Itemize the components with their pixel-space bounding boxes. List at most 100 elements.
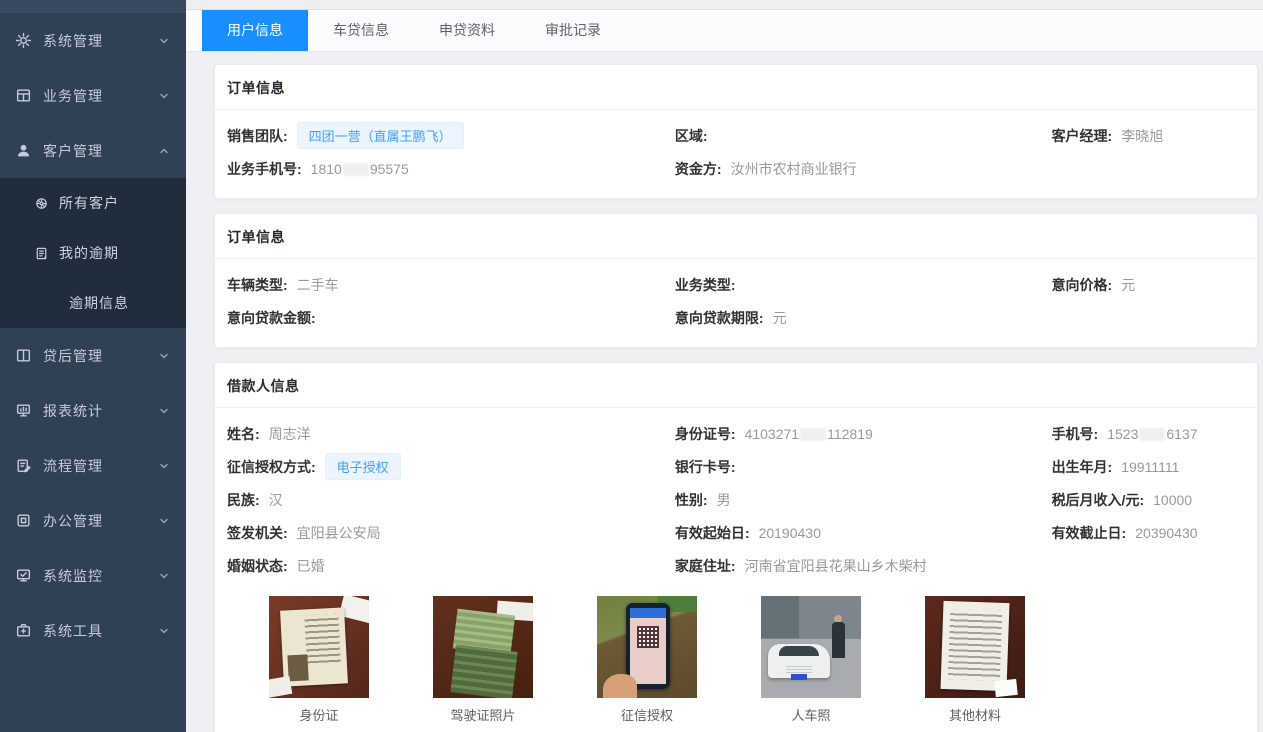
- id-card-photo[interactable]: [269, 596, 369, 698]
- field-value: 已婚: [297, 556, 325, 576]
- field-value: 15236137: [1107, 426, 1197, 442]
- sidebar-item-overdue-info[interactable]: 逾期信息: [0, 278, 186, 328]
- field-label: 税后月收入/元:: [1052, 490, 1145, 510]
- field-label: 民族:: [227, 490, 260, 510]
- field-value: 周志洋: [269, 424, 311, 444]
- field-value: 20390430: [1135, 525, 1197, 541]
- field-mobile-number: 手机号: 15236137: [1052, 424, 1245, 444]
- field-label: 手机号:: [1052, 424, 1099, 444]
- authorization-photo[interactable]: [597, 596, 697, 698]
- field-sales-team: 销售团队: 四团一营（直属王鹏飞）: [227, 122, 675, 149]
- attachment-item: 身份证: [269, 596, 369, 724]
- sidebar-item-label: 贷后管理: [43, 346, 158, 366]
- tab-loan-application-materials[interactable]: 申贷资料: [414, 10, 520, 51]
- attachment-item: 征信授权: [597, 596, 697, 724]
- sidebar-item-business-management[interactable]: 业务管理: [0, 68, 186, 123]
- photo-art: [832, 622, 845, 658]
- field-label: 性别:: [675, 490, 708, 510]
- field-label: 家庭住址:: [675, 556, 736, 576]
- field-label: 意向贷款金额:: [227, 308, 316, 328]
- tab-car-loan-info[interactable]: 车贷信息: [308, 10, 414, 51]
- tab-bar: 用户信息 车贷信息 申贷资料 审批记录: [186, 10, 1263, 52]
- tab-approval-records[interactable]: 审批记录: [520, 10, 626, 51]
- field-value: 李晓旭: [1121, 126, 1163, 146]
- license-photo[interactable]: [433, 596, 533, 698]
- field-label: 车辆类型:: [227, 275, 288, 295]
- attachment-item: 驾驶证照片: [433, 596, 533, 724]
- chevron-up-icon: [158, 145, 170, 157]
- field-label: 银行卡号:: [675, 457, 736, 477]
- order-info-card-2: 订单信息 车辆类型: 二手车 业务类型: 意向价格: 元: [214, 213, 1258, 348]
- field-intended-loan-amount: 意向贷款金额:: [227, 308, 675, 328]
- sidebar-item-label: 我的逾期: [59, 243, 119, 263]
- sidebar-item-label: 客户管理: [43, 141, 158, 161]
- chevron-down-icon: [158, 570, 170, 582]
- sidebar-item-my-overdue[interactable]: 我的逾期: [0, 228, 186, 278]
- field-value: 10000: [1153, 492, 1192, 508]
- borrower-info-card: 借款人信息 姓名: 周志洋 身份证号: 4103271112819 手机号:: [214, 362, 1258, 732]
- sidebar-item-system-management[interactable]: 系统管理: [0, 13, 186, 68]
- person-car-photo[interactable]: [761, 596, 861, 698]
- photo-art: [269, 676, 292, 698]
- photo-art: [761, 596, 799, 638]
- field-value: 4103271112819: [745, 426, 873, 442]
- photo-caption: 其他材料: [925, 705, 1025, 724]
- field-marital-status: 婚姻状态: 已婚: [227, 556, 675, 576]
- sidebar-item-office-management[interactable]: 办公管理: [0, 493, 186, 548]
- sidebar-item-label: 系统管理: [43, 31, 158, 51]
- card-title: 订单信息: [215, 65, 1257, 110]
- field-intended-price: 意向价格: 元: [1052, 275, 1245, 295]
- tab-user-info[interactable]: 用户信息: [202, 10, 308, 51]
- field-funding-party: 资金方: 汝州市农村商业银行: [675, 159, 1052, 179]
- field-vehicle-type: 车辆类型: 二手车: [227, 275, 675, 295]
- sidebar-item-all-customers[interactable]: 所有客户: [0, 178, 186, 228]
- field-credit-authorization-method: 征信授权方式: 电子授权: [227, 453, 675, 480]
- field-label: 签发机关:: [227, 523, 288, 543]
- page-content: 订单信息 销售团队: 四团一营（直属王鹏飞） 区域: 客户经理:: [186, 52, 1263, 732]
- photo-art: [768, 644, 830, 678]
- field-value: 汉: [269, 490, 283, 510]
- field-value: 男: [717, 490, 731, 510]
- field-label: 客户经理:: [1052, 126, 1113, 146]
- chevron-down-icon: [158, 35, 170, 47]
- user-icon: [14, 142, 32, 160]
- redacted-blur: [1139, 428, 1165, 441]
- sales-team-tag[interactable]: 四团一营（直属王鹏飞）: [297, 122, 464, 149]
- field-bank-card-number: 银行卡号:: [675, 457, 1052, 477]
- field-ethnicity: 民族: 汉: [227, 490, 675, 510]
- field-value: 181095575: [311, 161, 409, 177]
- sidebar-item-label: 业务管理: [43, 86, 158, 106]
- sidebar-top-band: [0, 0, 186, 13]
- field-birth-date: 出生年月: 19911111: [1052, 457, 1245, 477]
- card-title: 借款人信息: [215, 363, 1257, 408]
- field-value: 汝州市农村商业银行: [731, 159, 857, 179]
- other-document-photo[interactable]: [925, 596, 1025, 698]
- field-label: 有效截止日:: [1052, 523, 1127, 543]
- field-label: 意向价格:: [1052, 275, 1113, 295]
- sidebar-item-label: 办公管理: [43, 511, 158, 531]
- photo-caption: 征信授权: [597, 705, 697, 724]
- photo-art: [603, 674, 637, 698]
- sidebar-item-system-tools[interactable]: 系统工具: [0, 603, 186, 658]
- attachment-item: 其他材料: [925, 596, 1025, 724]
- sidebar-item-postloan-management[interactable]: 贷后管理: [0, 328, 186, 383]
- wheel-icon: [33, 195, 49, 211]
- field-label: 区域:: [675, 126, 708, 146]
- chevron-down-icon: [158, 350, 170, 362]
- attachment-item: 人车照: [761, 596, 861, 724]
- sidebar-item-report-statistics[interactable]: 报表统计: [0, 383, 186, 438]
- field-label: 意向贷款期限:: [675, 308, 764, 328]
- sidebar-item-system-monitor[interactable]: 系统监控: [0, 548, 186, 603]
- sidebar-item-process-management[interactable]: 流程管理: [0, 438, 186, 493]
- sidebar: 系统管理 业务管理 客户管理 所有客户: [0, 0, 186, 732]
- field-value: 19911111: [1121, 459, 1179, 475]
- photo-art: [626, 603, 670, 689]
- photo-caption: 人车照: [761, 705, 861, 724]
- sidebar-item-label: 系统监控: [43, 566, 158, 586]
- field-issuing-authority: 签发机关: 宜阳县公安局: [227, 523, 675, 543]
- sidebar-item-customer-management[interactable]: 客户管理: [0, 123, 186, 178]
- field-account-manager: 客户经理: 李晓旭: [1052, 126, 1245, 146]
- field-label: 业务类型:: [675, 275, 736, 295]
- field-business-phone: 业务手机号: 181095575: [227, 159, 675, 179]
- field-value: 20190430: [759, 525, 821, 541]
